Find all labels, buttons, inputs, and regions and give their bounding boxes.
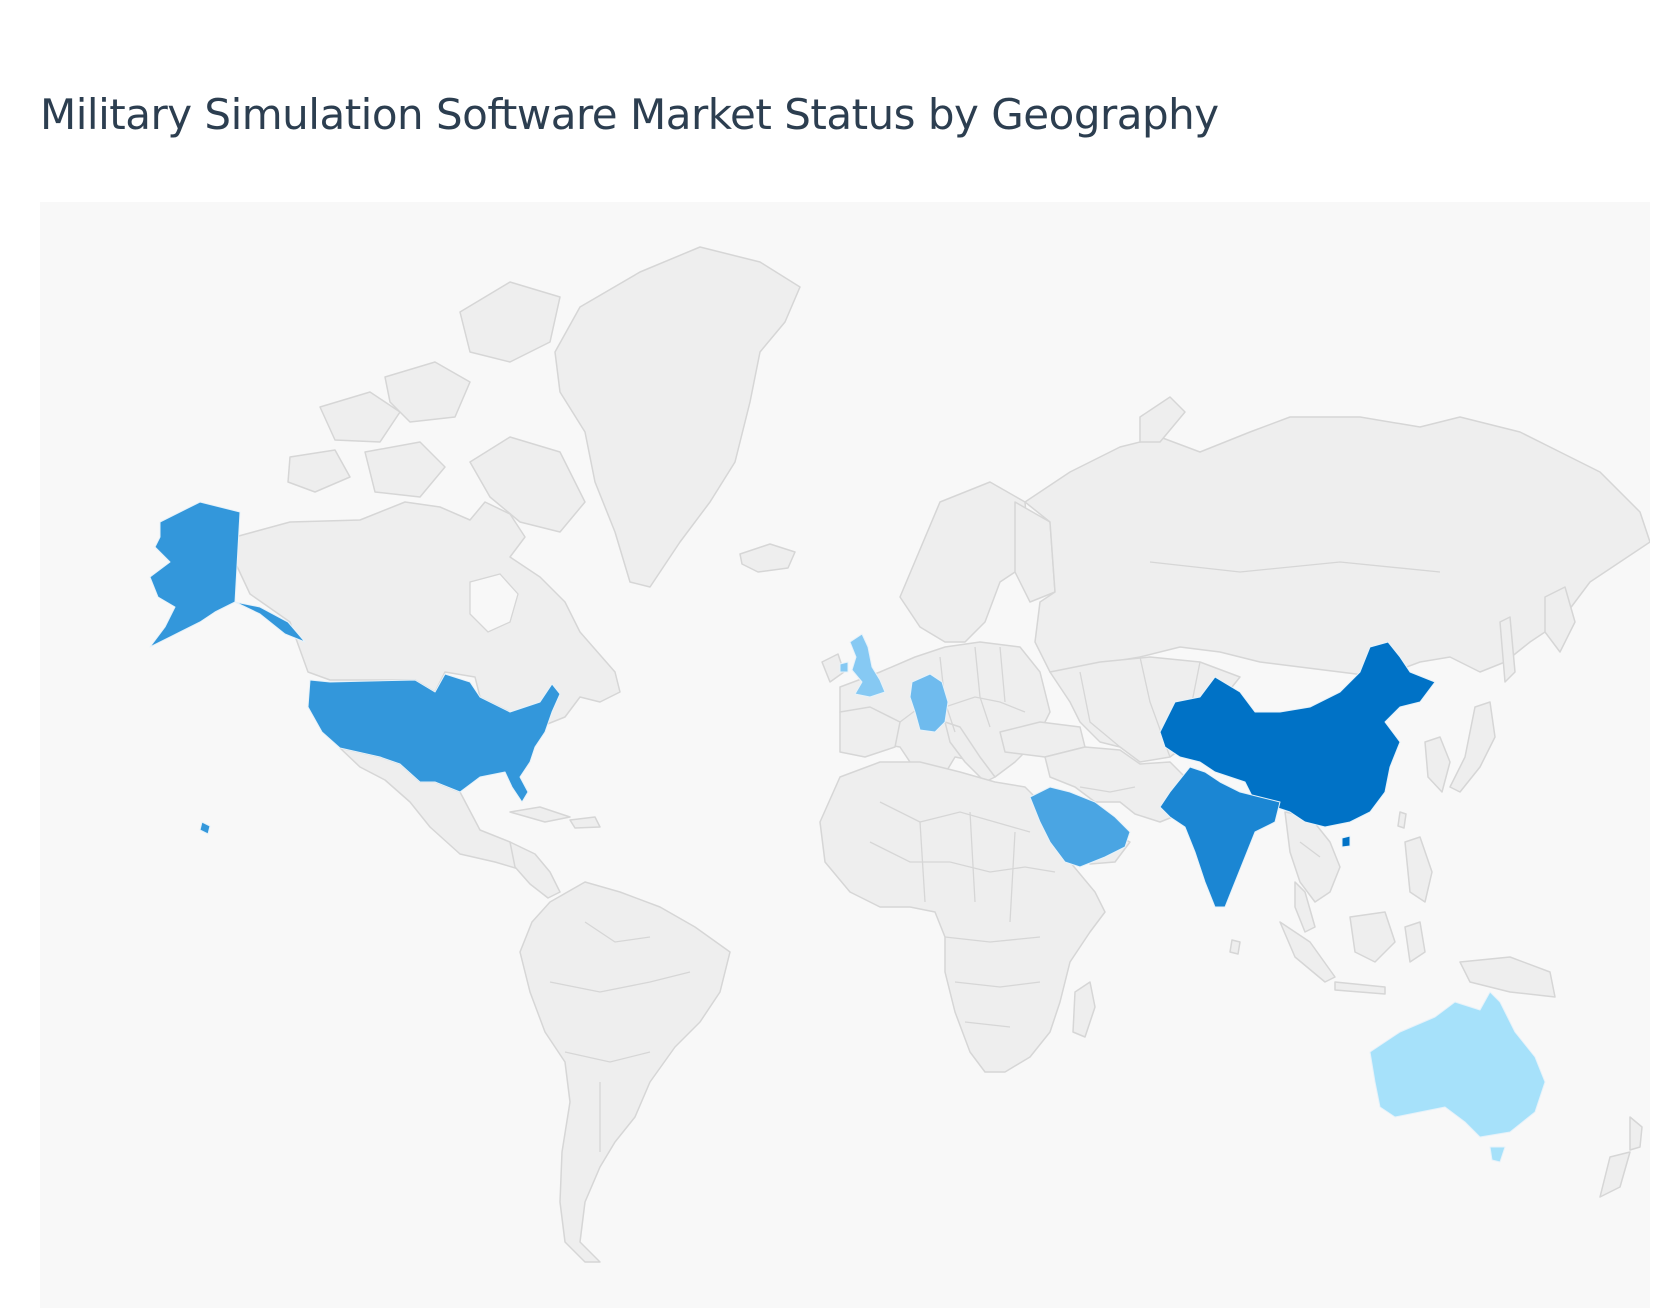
new-guinea [1459,956,1556,998]
central-america [509,841,561,899]
arctic-islands-3 [459,281,561,363]
taiwan [1397,811,1407,829]
country-australia-tasmania[interactable] [1489,1146,1506,1163]
country-united-kingdom-ni[interactable] [839,661,849,673]
world-map [149,246,1650,1263]
arctic-islands-1 [319,391,401,443]
arctic-islands-5 [364,441,446,498]
arctic-islands-4 [287,449,351,493]
country-australia[interactable] [1369,991,1546,1138]
hispaniola [569,816,601,829]
madagascar [1072,981,1096,1038]
world-map-panel [40,202,1650,1308]
korea [1424,736,1451,793]
iceland [739,543,796,573]
country-united-states-hawaii[interactable] [199,821,211,835]
new-zealand-south [1599,1151,1631,1198]
sulawesi [1404,921,1426,963]
new-zealand-north [1629,1116,1643,1151]
greenland [554,246,801,588]
cuba [509,806,571,823]
java [1334,981,1386,995]
japan [1449,701,1496,793]
sri-lanka [1229,939,1241,955]
scandinavia [899,481,1031,643]
philippines [1404,836,1433,903]
borneo [1349,911,1396,963]
novaya-zemlya [1139,396,1186,443]
page-title: Military Simulation Software Market Stat… [40,90,1219,139]
south-america [519,881,731,1263]
country-china-hainan[interactable] [1341,835,1351,848]
